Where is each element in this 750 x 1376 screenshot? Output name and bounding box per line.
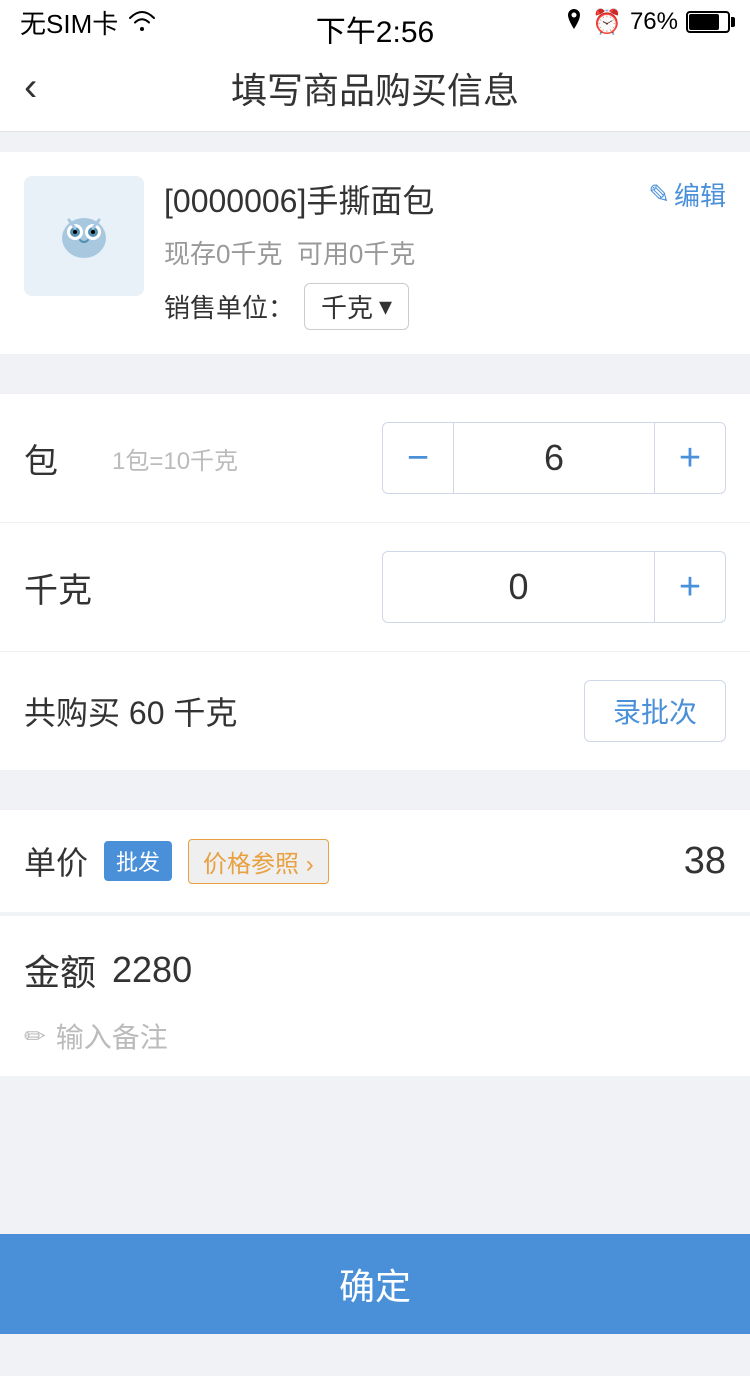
price-value: 38 <box>684 840 726 883</box>
status-right: ⏰ 76% <box>564 8 730 37</box>
package-input[interactable] <box>454 422 654 494</box>
amount-row: 金额 2280 <box>24 944 726 996</box>
amount-label: 金额 <box>24 944 96 996</box>
product-name: [0000006]手撕面包 <box>164 176 726 222</box>
package-plus-button[interactable]: + <box>654 422 726 494</box>
status-left: 无SIM卡 <box>20 4 156 41</box>
product-card: [0000006]手撕面包 现存0千克 可用0千克 销售单位： 千克 ▾ ✎ 编… <box>0 152 750 354</box>
battery-icon <box>686 11 730 33</box>
battery-percent: 76% <box>630 8 678 36</box>
total-row: 共购买 60 千克 录批次 <box>0 651 750 770</box>
package-hint: 1包=10千克 <box>112 441 382 476</box>
kg-input[interactable] <box>382 551 654 623</box>
package-qty-row: 包 1包=10千克 − + <box>0 394 750 523</box>
wifi-icon <box>128 7 156 38</box>
product-stock: 现存0千克 可用0千克 <box>164 234 726 271</box>
remark-row[interactable]: ✏ 输入备注 <box>24 1016 726 1056</box>
edit-icon: ✎ <box>648 179 670 210</box>
chevron-down-icon: ▾ <box>379 291 392 322</box>
kg-controls: + <box>382 551 726 623</box>
package-controls: − + <box>382 422 726 494</box>
confirm-button[interactable]: 确定 <box>0 1234 750 1334</box>
package-minus-button[interactable]: − <box>382 422 454 494</box>
pencil-icon: ✏ <box>24 1021 46 1052</box>
kg-plus-button[interactable]: + <box>654 551 726 623</box>
amount-value: 2280 <box>112 949 192 991</box>
price-section: 单价 批发 价格参照 › 38 <box>0 810 750 912</box>
product-unit-row: 销售单位： 千克 ▾ <box>164 283 726 330</box>
divider-1 <box>0 354 750 374</box>
alarm-icon: ⏰ <box>592 8 622 37</box>
unit-select[interactable]: 千克 ▾ <box>304 283 409 330</box>
location-icon <box>564 8 584 37</box>
edit-button[interactable]: ✎ 编辑 <box>648 176 726 213</box>
price-ref-button[interactable]: 价格参照 › <box>188 839 329 884</box>
price-batch-tag: 批发 <box>104 841 172 881</box>
nav-title: 填写商品购买信息 <box>231 62 519 114</box>
nav-bar: ‹ 填写商品购买信息 <box>0 44 750 132</box>
amount-section: 金额 2280 ✏ 输入备注 <box>0 916 750 1076</box>
back-button[interactable]: ‹ <box>24 65 37 110</box>
price-left: 单价 批发 价格参照 › <box>24 838 329 884</box>
kg-label: 千克 <box>24 563 104 612</box>
package-label: 包 <box>24 434 104 483</box>
carrier-text: 无SIM卡 <box>20 4 118 41</box>
product-info: [0000006]手撕面包 现存0千克 可用0千克 销售单位： 千克 ▾ <box>164 176 726 330</box>
price-label: 单价 <box>24 838 88 884</box>
total-text: 共购买 60 千克 <box>24 688 237 734</box>
remark-placeholder[interactable]: 输入备注 <box>56 1016 168 1056</box>
confirm-label: 确定 <box>339 1258 411 1310</box>
package-section: 包 1包=10千克 − + 千克 + 共购买 60 千克 录批次 <box>0 394 750 770</box>
product-image <box>24 176 144 296</box>
batch-button[interactable]: 录批次 <box>584 680 726 742</box>
divider-2 <box>0 770 750 790</box>
kg-qty-row: 千克 + <box>0 523 750 651</box>
status-bar: 无SIM卡 下午2:56 ⏰ 76% <box>0 0 750 44</box>
